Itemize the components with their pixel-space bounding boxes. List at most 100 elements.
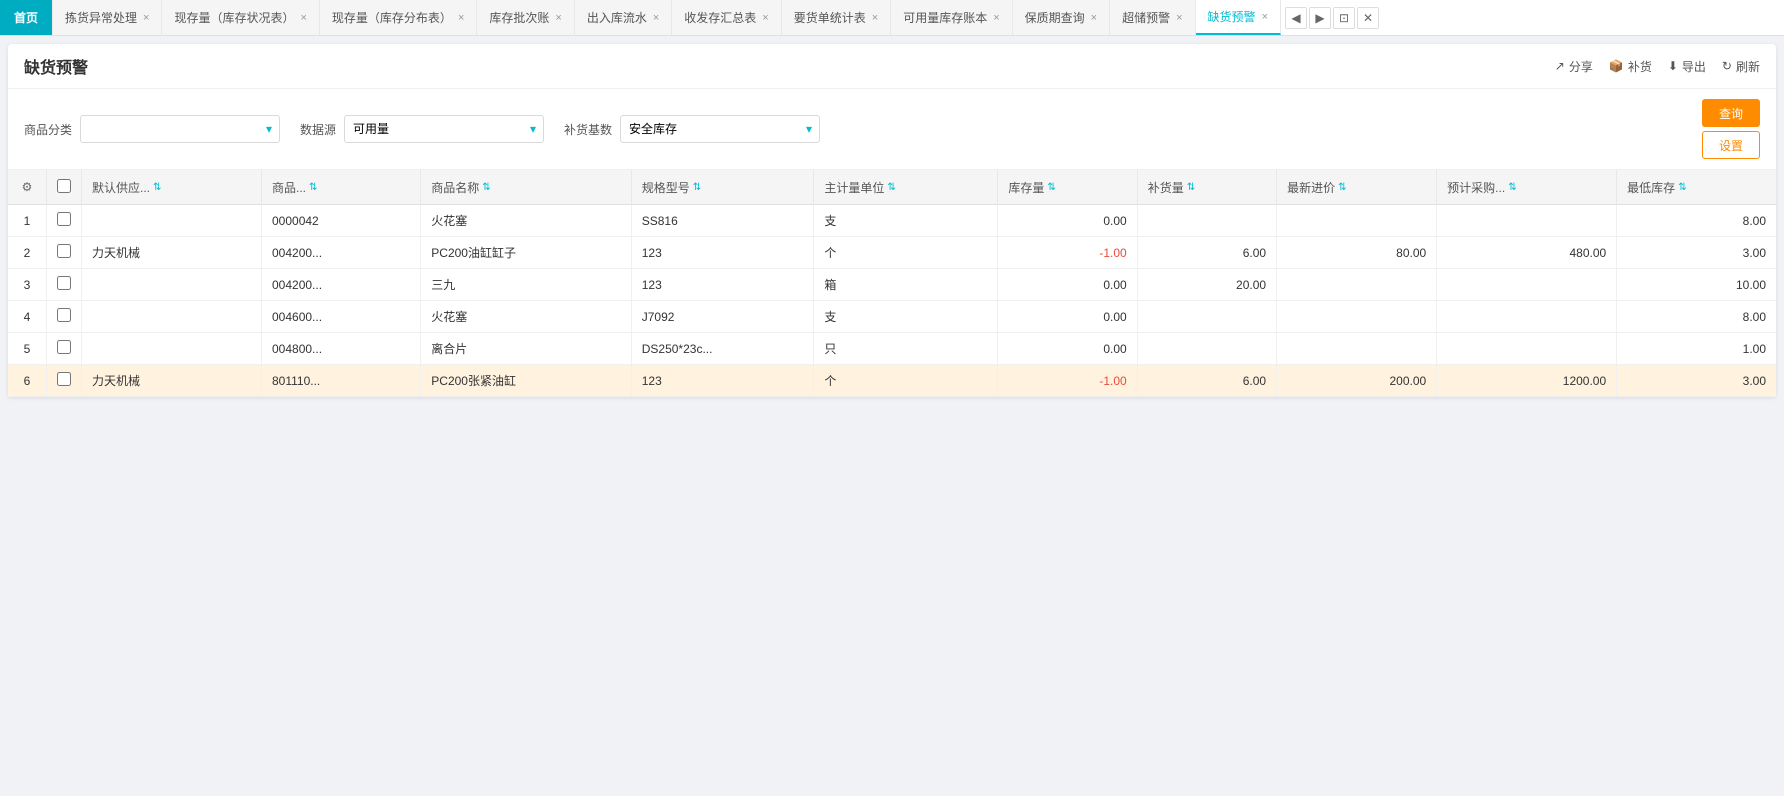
tab-exception-close[interactable]: × — [143, 12, 149, 24]
refresh-button[interactable]: ↻ 刷新 — [1722, 58, 1760, 75]
cell-supplier-5: 力天机械 — [82, 365, 262, 397]
th-est-purchase-sort[interactable]: 预计采购... ⇅ — [1447, 179, 1606, 196]
tab-shortage-warning-label: 缺货预警 — [1208, 8, 1256, 25]
cell-min-stock-3: 8.00 — [1617, 301, 1776, 333]
tab-stock-batch[interactable]: 库存批次账 × — [477, 0, 574, 35]
cell-supplier-0 — [82, 205, 262, 237]
tab-receive-summary-close[interactable]: × — [762, 12, 768, 24]
th-code-sort[interactable]: 商品... ⇅ — [272, 179, 410, 196]
cell-code-4: 004800... — [262, 333, 421, 365]
cell-latest-price-3 — [1277, 301, 1437, 333]
datasource-select[interactable]: 可用量 库存量 — [344, 115, 544, 143]
table-row[interactable]: 3 004200... 三九 123 箱 0.00 20.00 10.00 — [8, 269, 1776, 301]
th-latest-price-sort[interactable]: 最新进价 ⇅ — [1287, 179, 1426, 196]
tab-home[interactable]: 首页 — [0, 0, 53, 35]
tab-in-out-flow-close[interactable]: × — [653, 12, 659, 24]
tab-expiry-query-label: 保质期查询 — [1025, 9, 1085, 26]
cell-unit-4: 只 — [814, 333, 998, 365]
replenish-button[interactable]: 📦 补货 — [1609, 58, 1652, 75]
th-supplier: 默认供应... ⇅ — [82, 170, 262, 205]
table-row[interactable]: 6 力天机械 801110... PC200张紧油缸 123 个 -1.00 6… — [8, 365, 1776, 397]
th-unit-sort[interactable]: 主计量单位 ⇅ — [824, 179, 987, 196]
share-button[interactable]: ↗ 分享 — [1555, 58, 1593, 75]
export-button[interactable]: ⬇ 导出 — [1668, 58, 1706, 75]
row-checkbox-0[interactable] — [57, 212, 71, 226]
replenish-base-filter-label: 补货基数 — [564, 121, 612, 138]
th-supplier-sort[interactable]: 默认供应... ⇅ — [92, 179, 251, 196]
tab-shortage-warning-close[interactable]: × — [1262, 11, 1268, 23]
tab-next-button[interactable]: ▶ — [1309, 7, 1331, 29]
select-all-checkbox[interactable] — [57, 179, 71, 193]
table-row[interactable]: 5 004800... 离合片 DS250*23c... 只 0.00 1.00 — [8, 333, 1776, 365]
th-replenish-label: 补货量 — [1148, 179, 1184, 196]
tab-shortage-warning[interactable]: 缺货预警 × — [1196, 0, 1281, 35]
th-spec-sort[interactable]: 规格型号 ⇅ — [642, 179, 804, 196]
page-title: 缺货预警 — [24, 54, 88, 78]
cell-checkbox-0 — [47, 205, 82, 237]
cell-latest-price-2 — [1277, 269, 1437, 301]
row-checkbox-5[interactable] — [57, 372, 71, 386]
table-row[interactable]: 2 力天机械 004200... PC200油缸缸子 123 个 -1.00 6… — [8, 237, 1776, 269]
tab-in-out-flow[interactable]: 出入库流水 × — [575, 0, 672, 35]
tab-prev-button[interactable]: ◀ — [1285, 7, 1307, 29]
tab-restore-button[interactable]: ⊡ — [1333, 7, 1355, 29]
table-row[interactable]: 1 0000042 火花塞 SS816 支 0.00 8.00 — [8, 205, 1776, 237]
tab-overstock-warning-close[interactable]: × — [1176, 12, 1182, 24]
th-replenish-sort[interactable]: 补货量 ⇅ — [1148, 179, 1266, 196]
th-name: 商品名称 ⇅ — [421, 170, 631, 205]
th-supplier-label: 默认供应... — [92, 179, 150, 196]
tab-stock-batch-close[interactable]: × — [555, 12, 561, 24]
tab-exception[interactable]: 拣货异常处理 × — [53, 0, 162, 35]
cell-name-1: PC200油缸缸子 — [421, 237, 631, 269]
cell-replenish-2: 20.00 — [1137, 269, 1276, 301]
page-container: 缺货预警 ↗ 分享 📦 补货 ⬇ 导出 ↻ 刷新 商品分类 — [8, 44, 1776, 397]
code-sort-icon: ⇅ — [309, 182, 317, 193]
cell-checkbox-4 — [47, 333, 82, 365]
export-label: 导出 — [1682, 58, 1706, 75]
tab-stock-dist-close[interactable]: × — [458, 12, 464, 24]
row-checkbox-4[interactable] — [57, 340, 71, 354]
tab-available-ledger-close[interactable]: × — [993, 12, 999, 24]
datasource-filter-label: 数据源 — [300, 121, 336, 138]
tab-expiry-query-close[interactable]: × — [1091, 12, 1097, 24]
settings-button[interactable]: 设置 — [1702, 131, 1760, 159]
name-sort-icon: ⇅ — [482, 182, 490, 193]
query-button[interactable]: 查询 — [1702, 99, 1760, 127]
cell-seq-3: 4 — [8, 301, 47, 333]
th-min-stock-sort[interactable]: 最低库存 ⇅ — [1627, 179, 1766, 196]
tab-stock-status[interactable]: 现存量（库存状况表） × — [162, 0, 319, 35]
cell-code-0: 0000042 — [262, 205, 421, 237]
th-min-stock-label: 最低库存 — [1627, 179, 1675, 196]
tab-stock-status-close[interactable]: × — [300, 12, 306, 24]
th-stock-label: 库存量 — [1008, 179, 1044, 196]
tab-receive-summary[interactable]: 收发存汇总表 × — [672, 0, 781, 35]
th-name-label: 商品名称 — [431, 179, 479, 196]
cell-supplier-3 — [82, 301, 262, 333]
replenish-base-select[interactable]: 安全库存 最低库存 — [620, 115, 820, 143]
th-stock-sort[interactable]: 库存量 ⇅ — [1008, 179, 1126, 196]
cell-latest-price-1: 80.00 — [1277, 237, 1437, 269]
category-select-wrapper — [80, 115, 280, 143]
tab-available-ledger[interactable]: 可用量库存账本 × — [891, 0, 1012, 35]
tab-stock-dist[interactable]: 现存量（库存分布表） × — [320, 0, 477, 35]
row-checkbox-2[interactable] — [57, 276, 71, 290]
category-select[interactable] — [80, 115, 280, 143]
row-checkbox-3[interactable] — [57, 308, 71, 322]
tab-close-button[interactable]: ✕ — [1357, 7, 1379, 29]
row-checkbox-1[interactable] — [57, 244, 71, 258]
tab-stock-batch-label: 库存批次账 — [489, 9, 549, 26]
table-row[interactable]: 4 004600... 火花塞 J7092 支 0.00 8.00 — [8, 301, 1776, 333]
th-name-sort[interactable]: 商品名称 ⇅ — [431, 179, 620, 196]
tab-overstock-warning[interactable]: 超储预警 × — [1110, 0, 1195, 35]
cell-min-stock-5: 3.00 — [1617, 365, 1776, 397]
th-seq: ⚙ — [8, 170, 47, 205]
gear-icon[interactable]: ⚙ — [18, 178, 36, 196]
tab-requisition-stats[interactable]: 要货单统计表 × — [782, 0, 891, 35]
cell-supplier-1: 力天机械 — [82, 237, 262, 269]
cell-unit-2: 箱 — [814, 269, 998, 301]
tab-in-out-flow-label: 出入库流水 — [587, 9, 647, 26]
tab-requisition-stats-close[interactable]: × — [872, 12, 878, 24]
tab-expiry-query[interactable]: 保质期查询 × — [1013, 0, 1110, 35]
filter-actions: 查询 设置 — [1702, 99, 1760, 159]
th-replenish: 补货量 ⇅ — [1137, 170, 1276, 205]
